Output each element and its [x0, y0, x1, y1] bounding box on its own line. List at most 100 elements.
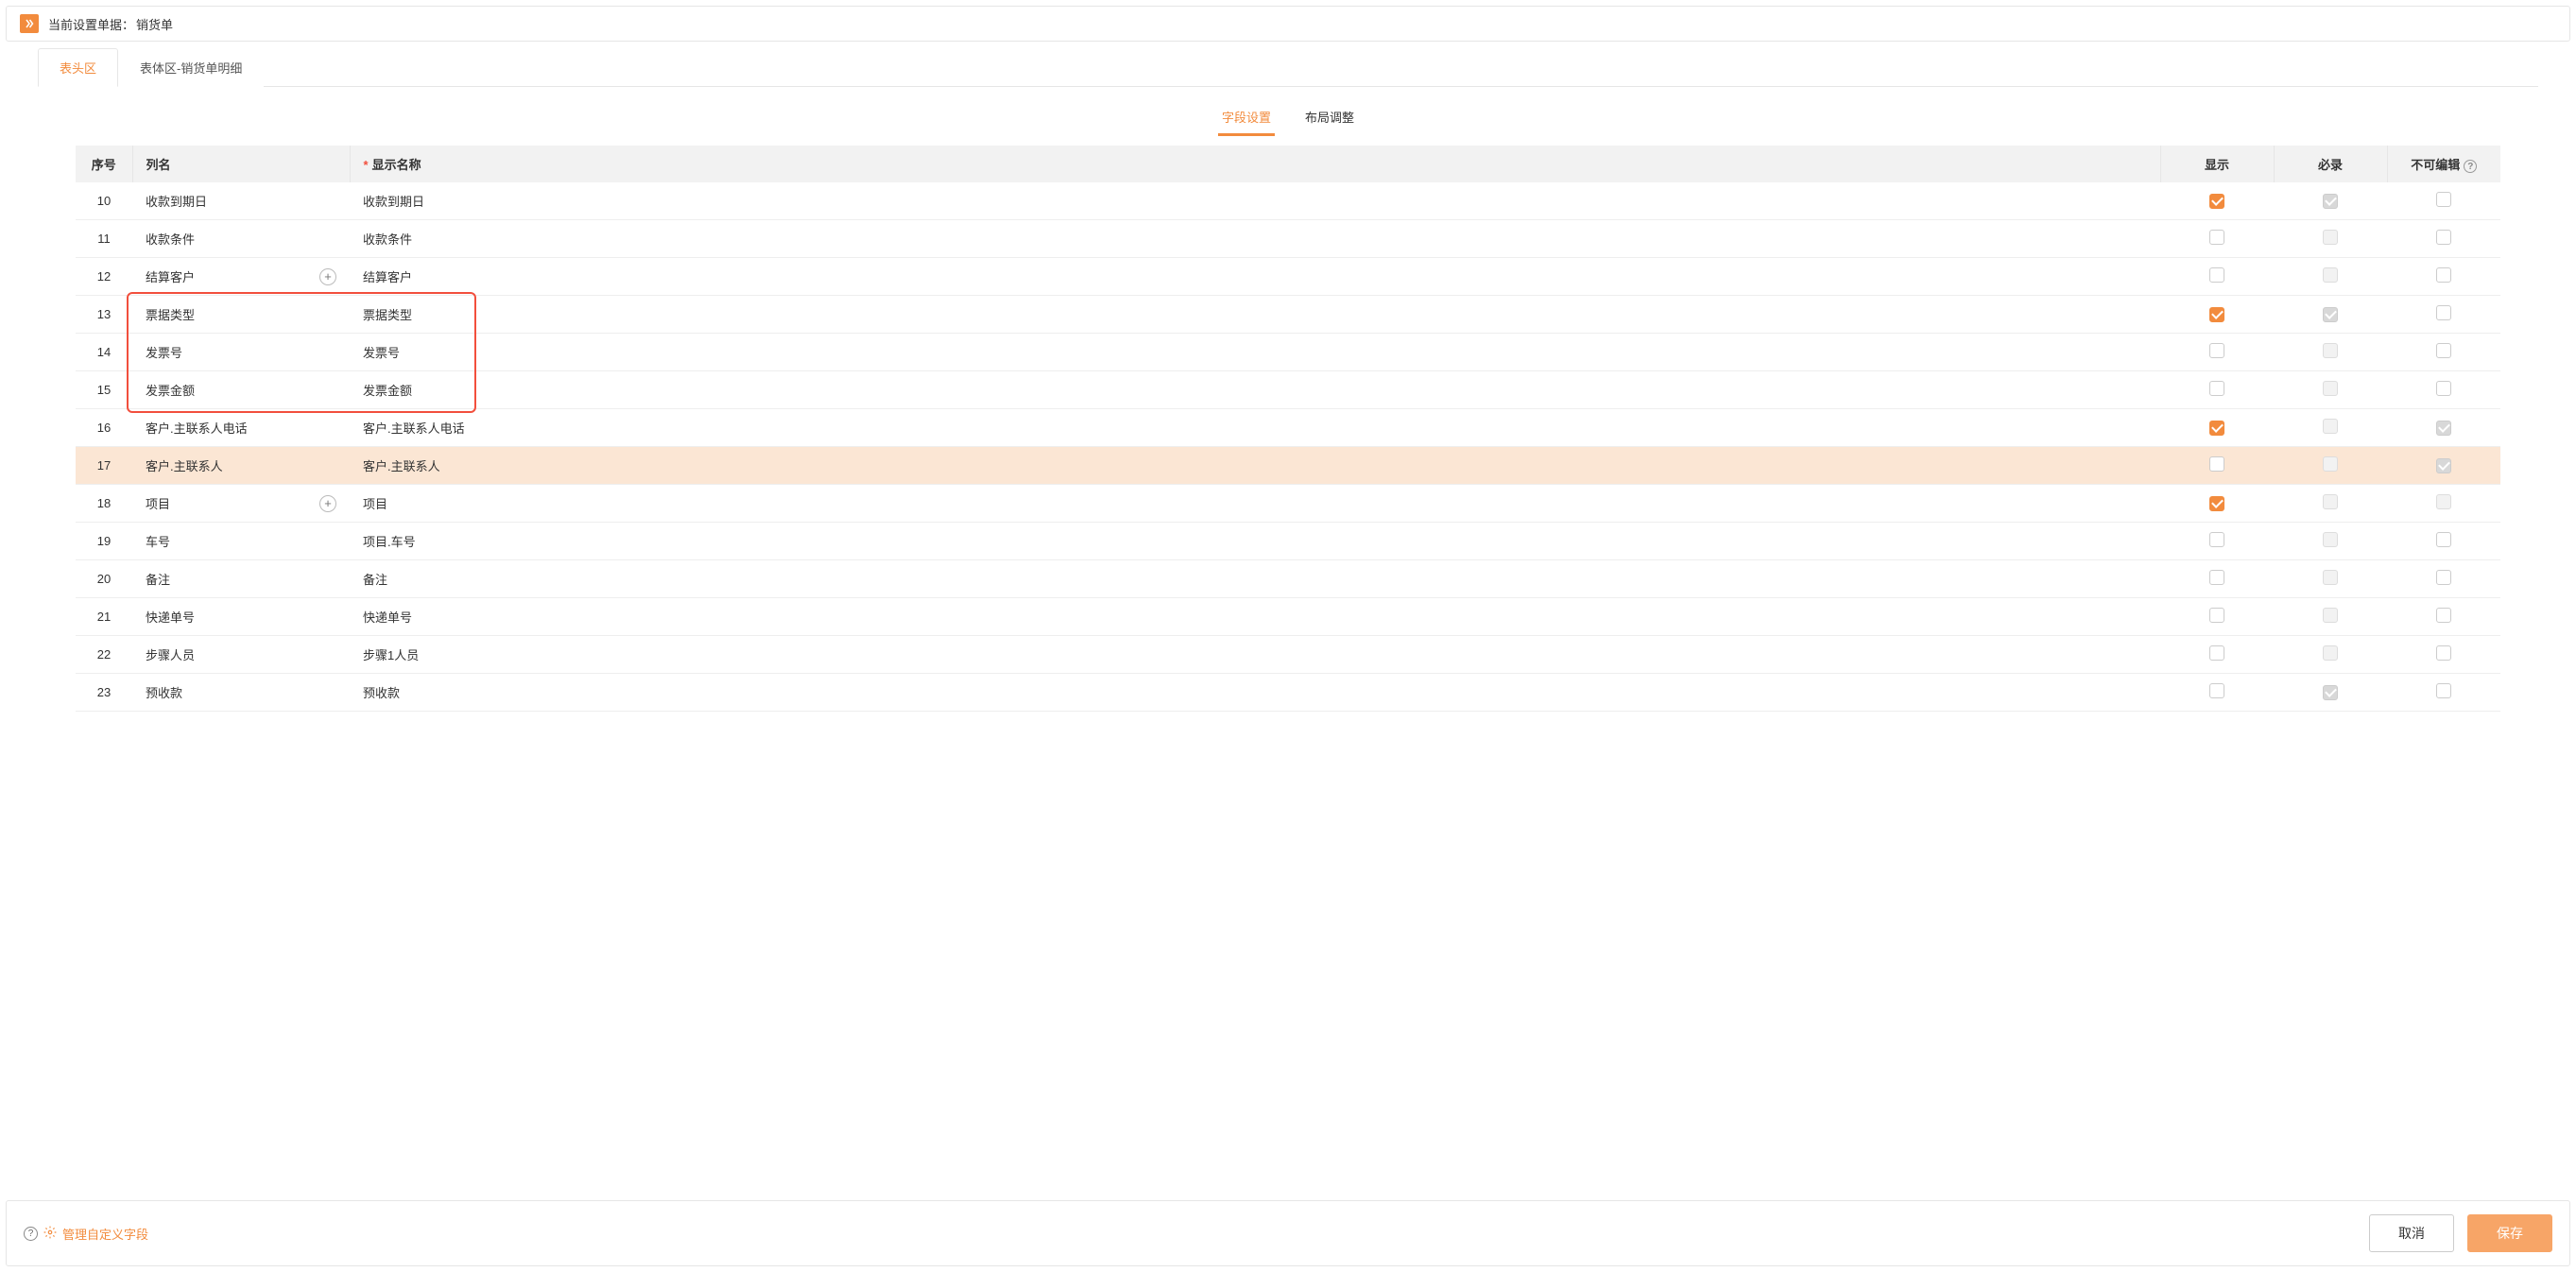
- show-checkbox[interactable]: [2209, 381, 2224, 396]
- display-name-cell[interactable]: 票据类型: [350, 296, 2160, 334]
- sub-tab-0[interactable]: 字段设置: [1218, 100, 1275, 136]
- sub-tabs: 字段设置布局调整: [38, 100, 2538, 136]
- primary-tab-1[interactable]: 表体区-销货单明细: [118, 48, 264, 87]
- display-name-cell[interactable]: 快递单号: [350, 598, 2160, 636]
- readonly-checkbox[interactable]: [2436, 267, 2451, 283]
- name-cell: 结算客户+: [132, 258, 350, 296]
- add-child-button[interactable]: +: [319, 495, 336, 512]
- add-child-button[interactable]: +: [319, 268, 336, 285]
- display-name-cell[interactable]: 预收款: [350, 674, 2160, 712]
- display-name-cell[interactable]: 项目: [350, 485, 2160, 523]
- table-row: 22步骤人员步骤1人员: [76, 636, 2500, 674]
- show-checkbox[interactable]: [2209, 570, 2224, 585]
- show-checkbox[interactable]: [2209, 645, 2224, 661]
- table-row: 19车号项目.车号: [76, 523, 2500, 560]
- table-row: 14发票号发票号: [76, 334, 2500, 371]
- name-cell: 收款条件: [132, 220, 350, 258]
- footer-bar: ? 管理自定义字段 取消 保存: [6, 1200, 2570, 1266]
- primary-tabs: 表头区表体区-销货单明细: [38, 47, 2538, 87]
- name-cell: 发票金额: [132, 371, 350, 409]
- seq-cell: 18: [76, 485, 132, 523]
- seq-cell: 13: [76, 296, 132, 334]
- readonly-checkbox[interactable]: [2436, 683, 2451, 698]
- display-name-cell[interactable]: 发票号: [350, 334, 2160, 371]
- display-name-cell[interactable]: 客户.主联系人电话: [350, 409, 2160, 447]
- seq-cell: 20: [76, 560, 132, 598]
- primary-tab-0[interactable]: 表头区: [38, 48, 118, 87]
- name-cell: 备注: [132, 560, 350, 598]
- required-checkbox: [2323, 230, 2338, 245]
- seq-cell: 15: [76, 371, 132, 409]
- col-header-show: 显示: [2160, 146, 2274, 182]
- name-cell: 预收款: [132, 674, 350, 712]
- help-icon[interactable]: ?: [2464, 160, 2477, 173]
- name-cell: 客户.主联系人电话: [132, 409, 350, 447]
- table-row: 21快递单号快递单号: [76, 598, 2500, 636]
- required-star-icon: *: [364, 158, 369, 172]
- readonly-checkbox[interactable]: [2436, 570, 2451, 585]
- display-name-cell[interactable]: 收款条件: [350, 220, 2160, 258]
- question-icon[interactable]: ?: [24, 1227, 38, 1241]
- cancel-button[interactable]: 取消: [2369, 1214, 2454, 1252]
- seq-cell: 10: [76, 182, 132, 220]
- name-cell: 票据类型: [132, 296, 350, 334]
- show-checkbox[interactable]: [2209, 532, 2224, 547]
- show-checkbox[interactable]: [2209, 456, 2224, 472]
- show-checkbox[interactable]: [2209, 683, 2224, 698]
- table-row: 13票据类型票据类型: [76, 296, 2500, 334]
- table-row: 15发票金额发票金额: [76, 371, 2500, 409]
- header-title-prefix: 当前设置单据：: [48, 15, 134, 33]
- display-name-cell[interactable]: 项目.车号: [350, 523, 2160, 560]
- required-checkbox: [2323, 494, 2338, 509]
- name-cell: 项目+: [132, 485, 350, 523]
- readonly-checkbox[interactable]: [2436, 305, 2451, 320]
- display-name-cell[interactable]: 步骤1人员: [350, 636, 2160, 674]
- expand-icon[interactable]: [20, 14, 39, 33]
- required-checkbox: [2323, 685, 2338, 700]
- display-name-cell[interactable]: 收款到期日: [350, 182, 2160, 220]
- readonly-checkbox: [2436, 458, 2451, 473]
- show-checkbox[interactable]: [2209, 194, 2224, 209]
- required-checkbox: [2323, 343, 2338, 358]
- col-header-seq: 序号: [76, 146, 132, 182]
- readonly-checkbox[interactable]: [2436, 608, 2451, 623]
- seq-cell: 11: [76, 220, 132, 258]
- readonly-checkbox[interactable]: [2436, 645, 2451, 661]
- display-name-cell[interactable]: 结算客户: [350, 258, 2160, 296]
- header-bar: 当前设置单据： 销货单: [6, 6, 2570, 42]
- show-checkbox[interactable]: [2209, 343, 2224, 358]
- readonly-checkbox[interactable]: [2436, 192, 2451, 207]
- show-checkbox[interactable]: [2209, 421, 2224, 436]
- show-checkbox[interactable]: [2209, 230, 2224, 245]
- show-checkbox[interactable]: [2209, 496, 2224, 511]
- show-checkbox[interactable]: [2209, 267, 2224, 283]
- name-cell: 快递单号: [132, 598, 350, 636]
- display-name-cell[interactable]: 发票金额: [350, 371, 2160, 409]
- name-cell: 步骤人员: [132, 636, 350, 674]
- manage-custom-fields-link[interactable]: 管理自定义字段: [62, 1225, 148, 1243]
- show-checkbox[interactable]: [2209, 608, 2224, 623]
- show-checkbox[interactable]: [2209, 307, 2224, 322]
- table-row: 23预收款预收款: [76, 674, 2500, 712]
- sub-tab-1[interactable]: 布局调整: [1301, 100, 1358, 136]
- save-button[interactable]: 保存: [2467, 1214, 2552, 1252]
- col-header-readonly: 不可编辑?: [2387, 146, 2500, 182]
- required-checkbox: [2323, 267, 2338, 283]
- table-row: 12结算客户+结算客户: [76, 258, 2500, 296]
- readonly-checkbox: [2436, 494, 2451, 509]
- readonly-checkbox[interactable]: [2436, 381, 2451, 396]
- col-header-name: 列名: [132, 146, 350, 182]
- name-cell: 客户.主联系人: [132, 447, 350, 485]
- name-cell: 发票号: [132, 334, 350, 371]
- display-name-cell[interactable]: 备注: [350, 560, 2160, 598]
- display-name-cell[interactable]: 客户.主联系人: [350, 447, 2160, 485]
- field-table: 序号 列名 *显示名称 显示 必录 不可编辑? 10收款到期日收款到期日11收款…: [76, 146, 2500, 712]
- table-row: 11收款条件收款条件: [76, 220, 2500, 258]
- readonly-checkbox[interactable]: [2436, 343, 2451, 358]
- table-row: 10收款到期日收款到期日: [76, 182, 2500, 220]
- readonly-checkbox[interactable]: [2436, 532, 2451, 547]
- readonly-checkbox[interactable]: [2436, 230, 2451, 245]
- required-checkbox: [2323, 419, 2338, 434]
- seq-cell: 21: [76, 598, 132, 636]
- seq-cell: 23: [76, 674, 132, 712]
